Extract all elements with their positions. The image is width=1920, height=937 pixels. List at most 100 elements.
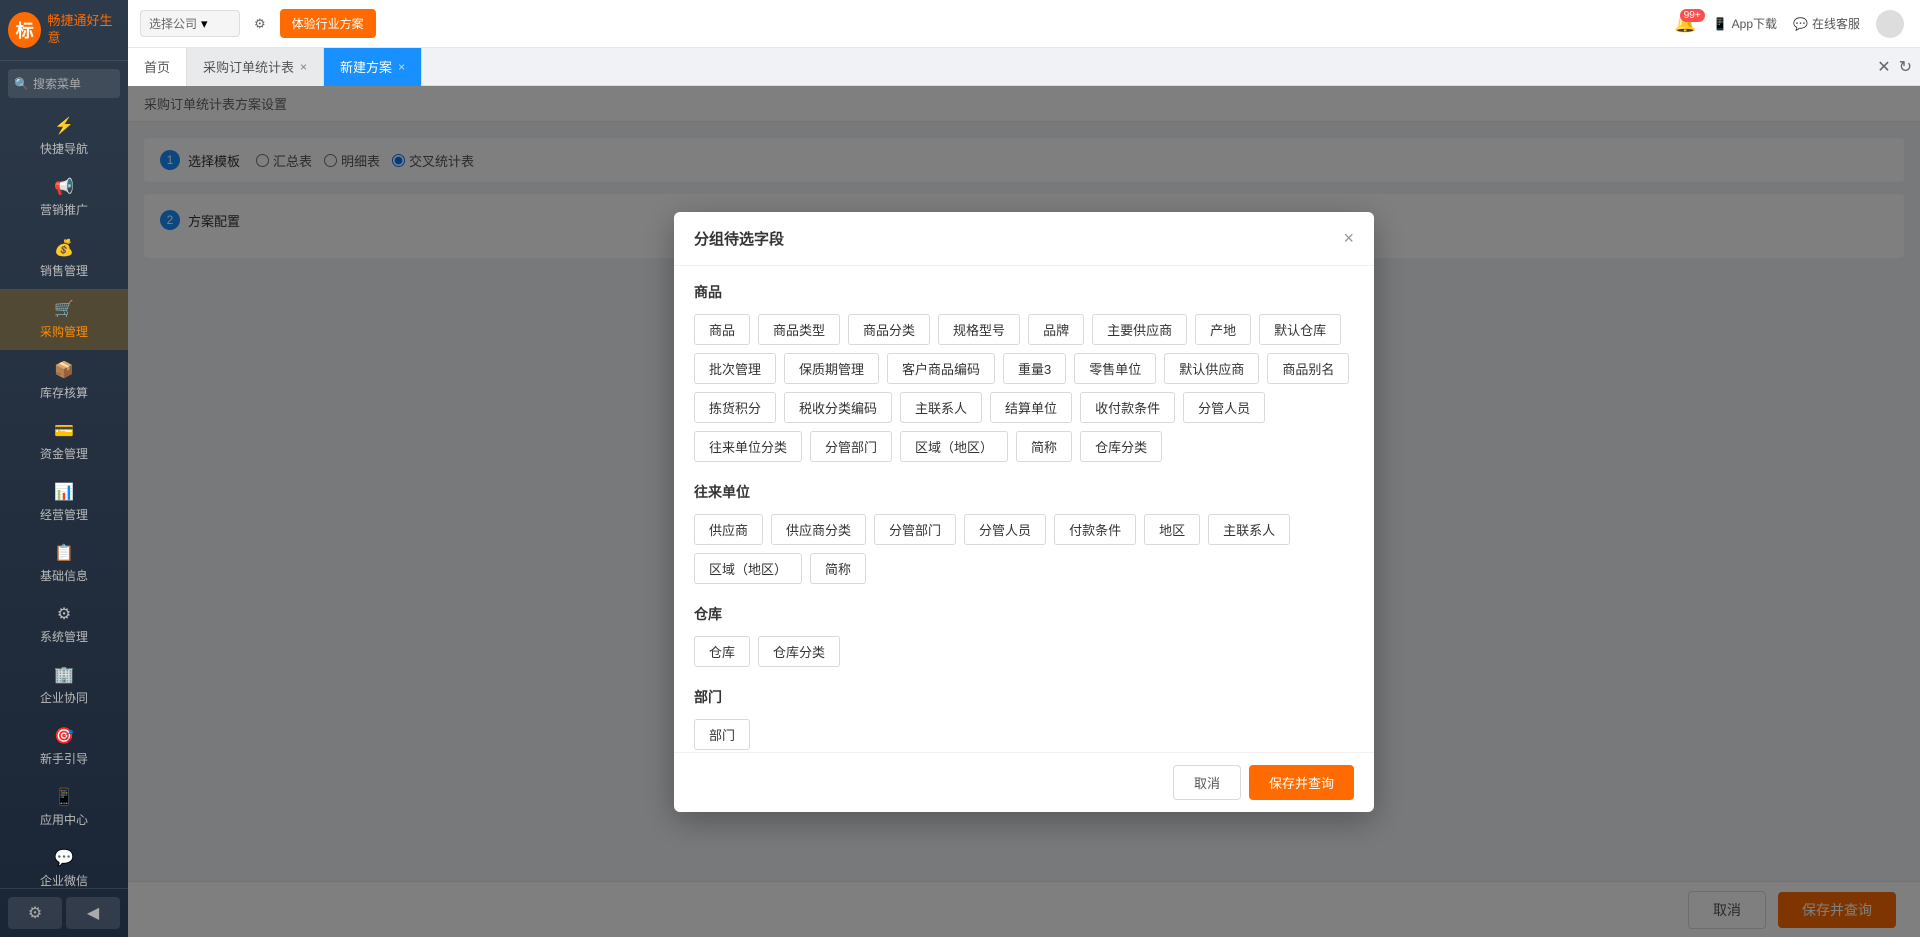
field-tag-goods-type[interactable]: 商品类型: [758, 314, 840, 345]
field-tag-payment-terms[interactable]: 收付款条件: [1080, 392, 1175, 423]
field-tag-abbr-goods[interactable]: 简称: [1016, 431, 1072, 462]
field-tag-goods[interactable]: 商品: [694, 314, 750, 345]
trial-plan-button[interactable]: 体验行业方案: [280, 9, 376, 38]
sidebar-item-finance[interactable]: 💳 资金管理: [0, 411, 128, 472]
field-tag-region-goods[interactable]: 区域（地区）: [900, 431, 1008, 462]
tab-purchase-stats[interactable]: 采购订单统计表 ×: [187, 48, 324, 86]
tab-refresh-button[interactable]: ↻: [1899, 57, 1912, 77]
section-goods-tags: 商品 商品类型 商品分类 规格型号 品牌 主要供应商 产地 默认仓库 批次管理 …: [694, 314, 1354, 462]
field-tag-origin[interactable]: 产地: [1195, 314, 1251, 345]
app-download-link[interactable]: 📱 App下载: [1713, 15, 1777, 32]
collapse-button[interactable]: ◀: [66, 897, 120, 929]
search-menu-button[interactable]: 🔍 搜索菜单: [8, 69, 120, 98]
field-tag-tax-code[interactable]: 税收分类编码: [784, 392, 892, 423]
tab-new-plan[interactable]: 新建方案 ×: [324, 48, 422, 86]
field-tag-goods-alias[interactable]: 商品别名: [1267, 353, 1349, 384]
field-tag-main-supplier[interactable]: 主要供应商: [1092, 314, 1187, 345]
field-tag-main-contact[interactable]: 主联系人: [900, 392, 982, 423]
sidebar-search-area: 🔍 搜索菜单: [0, 61, 128, 106]
field-tag-goods-category[interactable]: 商品分类: [848, 314, 930, 345]
modal-cancel-button[interactable]: 取消: [1173, 765, 1241, 800]
modal-close-button[interactable]: ×: [1343, 228, 1354, 249]
field-tag-department[interactable]: 部门: [694, 719, 750, 750]
tab-purchase-close-icon[interactable]: ×: [300, 60, 307, 74]
field-tag-payment-terms-cp[interactable]: 付款条件: [1054, 514, 1136, 545]
section-warehouse: 仓库 仓库 仓库分类: [694, 604, 1354, 667]
app-center-icon: 📱: [54, 787, 74, 807]
field-tag-supplier-category[interactable]: 供应商分类: [771, 514, 866, 545]
field-tag-settlement-unit[interactable]: 结算单位: [990, 392, 1072, 423]
field-tag-expiry-mgmt[interactable]: 保质期管理: [784, 353, 879, 384]
purchase-icon: 🛒: [54, 299, 74, 319]
tab-home[interactable]: 首页: [128, 48, 187, 86]
field-tag-main-contact-cp[interactable]: 主联系人: [1208, 514, 1290, 545]
field-tag-pickup-points[interactable]: 拣货积分: [694, 392, 776, 423]
field-tag-manager[interactable]: 分管人员: [1183, 392, 1265, 423]
field-tag-warehouse-category[interactable]: 仓库分类: [758, 636, 840, 667]
modal-body[interactable]: 商品 商品 商品类型 商品分类 规格型号 品牌 主要供应商 产地 默认仓库 批次…: [674, 266, 1374, 752]
sidebar-item-system[interactable]: ⚙ 系统管理: [0, 594, 128, 655]
sidebar-item-app-center[interactable]: 📱 应用中心: [0, 777, 128, 838]
field-tag-supplier[interactable]: 供应商: [694, 514, 763, 545]
tabbar-actions: ✕ ↻: [1877, 57, 1920, 77]
section-goods: 商品 商品 商品类型 商品分类 规格型号 品牌 主要供应商 产地 默认仓库 批次…: [694, 282, 1354, 462]
topbar-gear-icon[interactable]: ⚙: [248, 10, 272, 38]
field-tag-weight3[interactable]: 重量3: [1003, 353, 1066, 384]
modal-header: 分组待选字段 ×: [674, 212, 1374, 266]
company-dropdown[interactable]: 选择公司 ▾: [140, 10, 240, 37]
field-tag-default-supplier[interactable]: 默认供应商: [1164, 353, 1259, 384]
sales-icon: 💰: [54, 238, 74, 258]
section-warehouse-title: 仓库: [694, 604, 1354, 624]
sidebar-item-quick-nav[interactable]: ⚡ 快捷导航: [0, 106, 128, 167]
modal-save-button[interactable]: 保存并查询: [1249, 765, 1354, 800]
field-tag-retail-unit[interactable]: 零售单位: [1074, 353, 1156, 384]
field-tag-spec-type[interactable]: 规格型号: [938, 314, 1020, 345]
sidebar-item-sales[interactable]: 💰 销售管理: [0, 228, 128, 289]
online-service-link[interactable]: 💬 在线客服: [1793, 15, 1860, 32]
section-goods-title: 商品: [694, 282, 1354, 302]
user-avatar[interactable]: [1876, 10, 1904, 38]
field-tag-dept-goods[interactable]: 分管部门: [810, 431, 892, 462]
guide-icon: 🎯: [54, 726, 74, 746]
field-tag-default-warehouse[interactable]: 默认仓库: [1259, 314, 1341, 345]
sidebar-item-inventory[interactable]: 📦 库存核算: [0, 350, 128, 411]
section-department-tags: 部门: [694, 719, 1354, 750]
logo-icon: 标: [8, 12, 41, 48]
field-tag-region2-cp[interactable]: 区域（地区）: [694, 553, 802, 584]
tab-close-all-button[interactable]: ✕: [1877, 57, 1890, 77]
field-tag-abbr-cp[interactable]: 简称: [810, 553, 866, 584]
notification-bell[interactable]: 🔔 99+: [1674, 13, 1696, 34]
field-tag-from-unit-category[interactable]: 往来单位分类: [694, 431, 802, 462]
field-selection-modal: 分组待选字段 × 商品 商品 商品类型 商品分类 规格型号 品牌 主要供应商 产…: [674, 212, 1374, 812]
settings-button[interactable]: ⚙: [8, 897, 62, 929]
section-counterpart-tags: 供应商 供应商分类 分管部门 分管人员 付款条件 地区 主联系人 区域（地区） …: [694, 514, 1354, 584]
field-tag-region-cp[interactable]: 地区: [1144, 514, 1200, 545]
section-counterpart-title: 往来单位: [694, 482, 1354, 502]
field-tag-batch-mgmt[interactable]: 批次管理: [694, 353, 776, 384]
enterprise-icon: 🏢: [54, 665, 74, 685]
sidebar-item-marketing[interactable]: 📢 营销推广: [0, 167, 128, 228]
sidebar-item-purchase[interactable]: 🛒 采购管理: [0, 289, 128, 350]
company-name: 选择公司: [149, 15, 197, 32]
notification-badge: 99+: [1680, 9, 1705, 22]
marketing-icon: 📢: [54, 177, 74, 197]
dropdown-arrow-icon: ▾: [201, 16, 208, 32]
sidebar-item-guide[interactable]: 🎯 新手引导: [0, 716, 128, 777]
field-tag-dept-cp[interactable]: 分管部门: [874, 514, 956, 545]
field-tag-brand[interactable]: 品牌: [1028, 314, 1084, 345]
field-tag-manager-cp[interactable]: 分管人员: [964, 514, 1046, 545]
sidebar-item-operations[interactable]: 📊 经营管理: [0, 472, 128, 533]
section-department-title: 部门: [694, 687, 1354, 707]
system-icon: ⚙: [57, 604, 71, 624]
field-tag-warehouse-category-goods[interactable]: 仓库分类: [1080, 431, 1162, 462]
sidebar-item-enterprise[interactable]: 🏢 企业协同: [0, 655, 128, 716]
logo-area: 标 畅捷通好生意: [0, 0, 128, 61]
service-icon: 💬: [1793, 17, 1808, 31]
field-tag-customer-code[interactable]: 客户商品编码: [887, 353, 995, 384]
base-info-icon: 📋: [54, 543, 74, 563]
section-counterpart: 往来单位 供应商 供应商分类 分管部门 分管人员 付款条件 地区 主联系人 区域…: [694, 482, 1354, 584]
tab-new-plan-close-icon[interactable]: ×: [398, 60, 405, 74]
sidebar-item-wechat[interactable]: 💬 企业微信: [0, 838, 128, 888]
sidebar-item-base-info[interactable]: 📋 基础信息: [0, 533, 128, 594]
field-tag-warehouse[interactable]: 仓库: [694, 636, 750, 667]
